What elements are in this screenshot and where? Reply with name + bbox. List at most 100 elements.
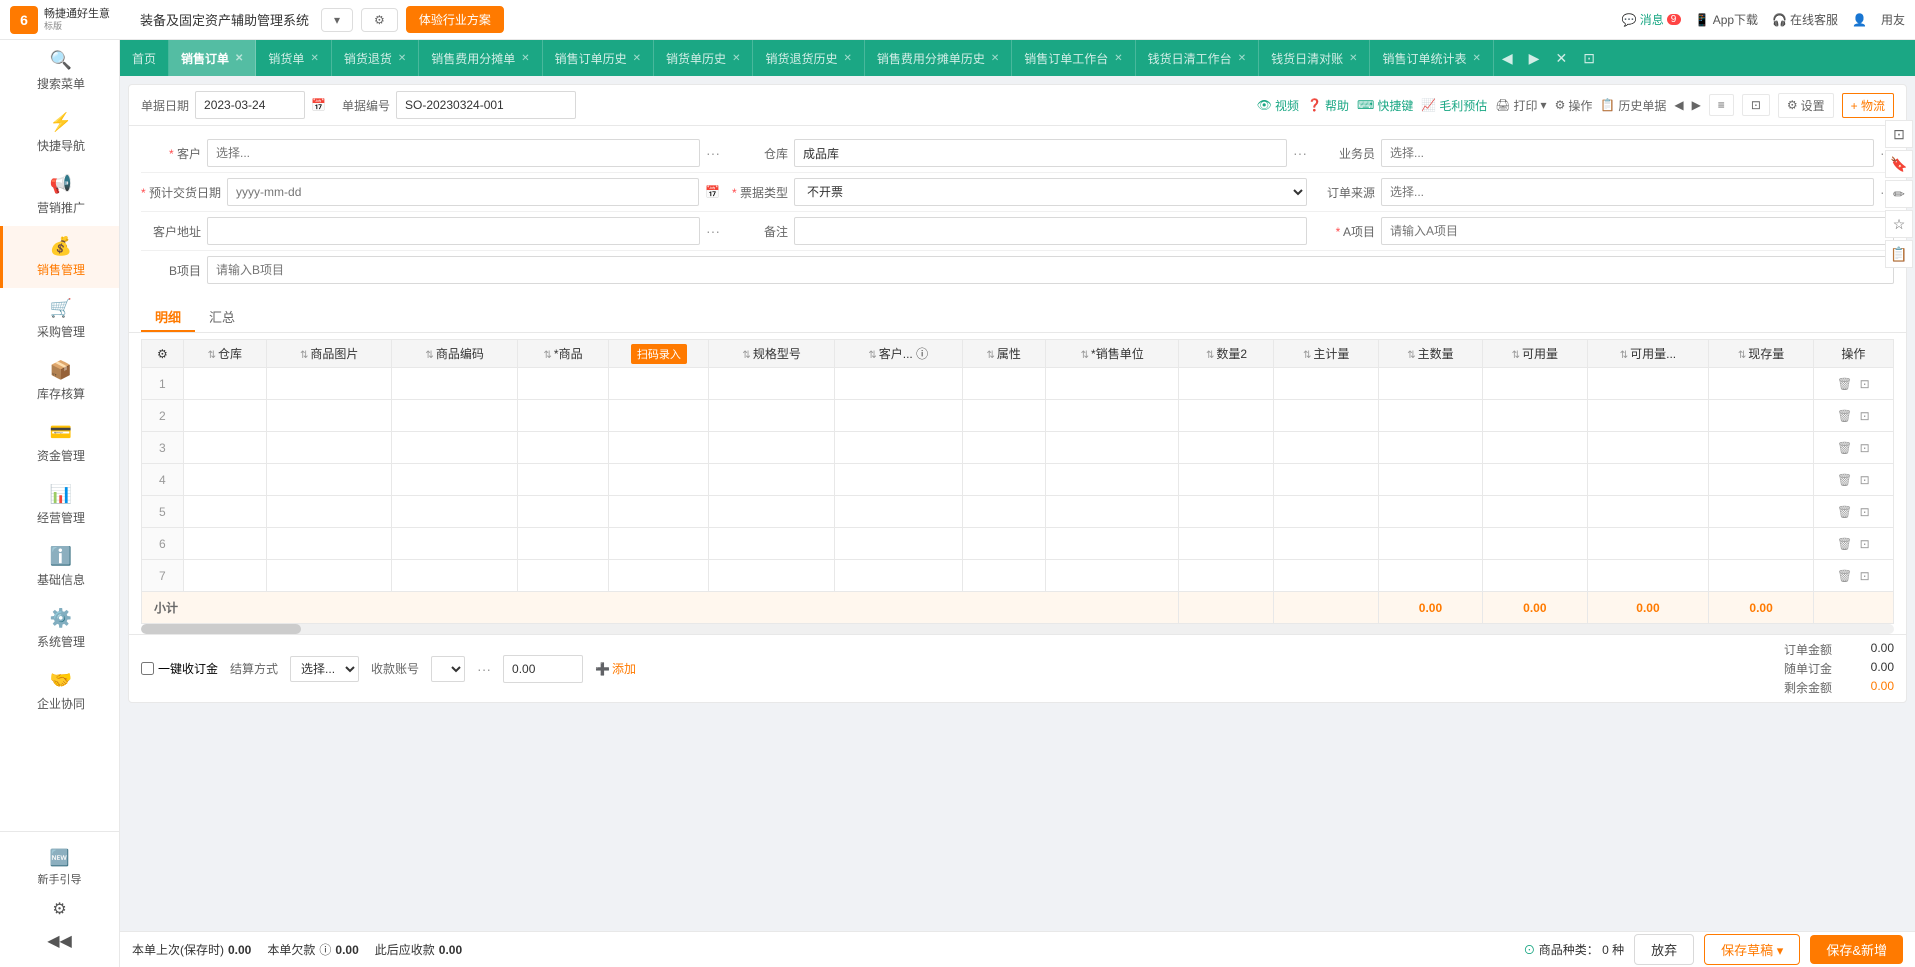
row-copy-3[interactable]: ⊡ xyxy=(1860,441,1870,455)
customer-input[interactable] xyxy=(207,139,700,167)
amount-input[interactable] xyxy=(503,655,583,683)
sidebar-item-search[interactable]: 🔍 搜索菜单 xyxy=(0,40,119,102)
industry-btn[interactable]: 体验行业方案 xyxy=(406,6,504,33)
cell-product-1[interactable] xyxy=(517,368,608,400)
sidebar-item-quick-nav[interactable]: ⚡ 快捷导航 xyxy=(0,102,119,164)
salesperson-input[interactable] xyxy=(1381,139,1874,167)
tab-expand-btn[interactable]: ⊡ xyxy=(1575,40,1603,76)
prev-record-btn[interactable]: ◀ xyxy=(1674,98,1683,112)
sidebar-item-settings-bottom[interactable]: ⚙ xyxy=(0,893,119,925)
col-spec[interactable]: ⇅规格型号 xyxy=(709,340,834,368)
row-delete-7[interactable]: 🗑 xyxy=(1837,569,1852,583)
sidebar-item-guide[interactable]: 🆕 新手引导 xyxy=(0,842,119,893)
col-code[interactable]: ⇅商品编码 xyxy=(392,340,517,368)
tab-return-history[interactable]: 销货退货历史 ✕ xyxy=(753,40,864,76)
tab-summary[interactable]: 汇总 xyxy=(195,303,249,332)
product-count-icon[interactable]: ⊙ xyxy=(1523,943,1535,957)
remark-input[interactable] xyxy=(794,217,1307,245)
sidebar-item-purchase[interactable]: 🛒 采购管理 xyxy=(0,288,119,350)
col-scan[interactable]: 扫码录入 xyxy=(609,340,709,368)
calendar-icon[interactable]: 📅 xyxy=(311,98,326,112)
row-delete-6[interactable]: 🗑 xyxy=(1837,537,1852,551)
col-unit[interactable]: ⇅*销售单位 xyxy=(1045,340,1179,368)
settings-gear-btn[interactable]: ⚙ xyxy=(361,8,398,32)
tab-order-workbench[interactable]: 销售订单工作台 ✕ xyxy=(1012,40,1135,76)
status-current-value[interactable]: ⓘ xyxy=(319,941,331,958)
discard-btn[interactable]: 放弃 xyxy=(1634,934,1694,965)
tab-prev-btn[interactable]: ◀ xyxy=(1494,40,1521,76)
auto-payment-checkbox[interactable]: 一键收订金 xyxy=(141,660,218,677)
tab-sales-order[interactable]: 销售订单 ✕ xyxy=(169,40,256,76)
tab-sales-invoice[interactable]: 销货单 ✕ xyxy=(256,40,331,76)
ops-btn[interactable]: ⚙ 操作 xyxy=(1555,97,1593,114)
row-copy-6[interactable]: ⊡ xyxy=(1860,537,1870,551)
col-qty2[interactable]: ⇅数量2 xyxy=(1179,340,1274,368)
cell-attr-1[interactable] xyxy=(962,368,1045,400)
order-source-input[interactable] xyxy=(1381,178,1874,206)
app-download-btn[interactable]: 📱 App下载 xyxy=(1695,11,1758,28)
address-input[interactable] xyxy=(207,217,700,245)
col-attr[interactable]: ⇅属性 xyxy=(962,340,1045,368)
form-layout-btn[interactable]: ≡ xyxy=(1709,94,1734,116)
sidebar-item-operations[interactable]: 📊 经营管理 xyxy=(0,474,119,536)
payment-method-select[interactable]: 选择... xyxy=(290,656,359,682)
tab-close-return-history[interactable]: ✕ xyxy=(843,53,851,64)
view-btn[interactable]: 👁 视频 xyxy=(1257,97,1299,114)
col-available[interactable]: ⇅可用量 xyxy=(1483,340,1587,368)
auto-payment-check[interactable] xyxy=(141,662,154,675)
cell-customer-code-1[interactable] xyxy=(834,368,962,400)
tab-sales-return[interactable]: 销货退货 ✕ xyxy=(332,40,419,76)
sidebar-item-enterprise[interactable]: 🤝 企业协同 xyxy=(0,660,119,722)
tab-daily-workbench[interactable]: 钱货日清工作台 ✕ xyxy=(1136,40,1259,76)
delivery-date-calendar-icon[interactable]: 📅 xyxy=(705,185,720,199)
table-scroll-thumb[interactable] xyxy=(141,624,301,634)
account-more-icon[interactable]: ··· xyxy=(477,661,491,677)
tab-home[interactable]: 首页 xyxy=(120,40,169,76)
sidebar-item-system[interactable]: ⚙️ 系统管理 xyxy=(0,598,119,660)
row-delete-3[interactable]: 🗑 xyxy=(1837,441,1852,455)
right-action-2[interactable]: 🔖 xyxy=(1885,150,1913,178)
row-copy-4[interactable]: ⊡ xyxy=(1860,473,1870,487)
tab-close-order-workbench[interactable]: ✕ xyxy=(1114,53,1122,64)
right-action-1[interactable]: ⊡ xyxy=(1885,120,1913,148)
b-project-input[interactable] xyxy=(207,256,1894,284)
settings-btn[interactable]: ⚙ 设置 xyxy=(1778,93,1834,118)
col-available2[interactable]: ⇅可用量... xyxy=(1587,340,1709,368)
cell-warehouse-1[interactable] xyxy=(183,368,266,400)
warehouse-more-icon[interactable]: ··· xyxy=(1293,145,1307,161)
col-settings[interactable]: ⚙ xyxy=(142,340,184,368)
sidebar-item-finance[interactable]: 💳 资金管理 xyxy=(0,412,119,474)
delivery-date-input[interactable] xyxy=(227,178,699,206)
account-select[interactable] xyxy=(431,656,465,682)
cell-unit-1[interactable] xyxy=(1045,368,1179,400)
dropdown-btn[interactable]: ▾ xyxy=(321,8,353,32)
cell-code-1[interactable] xyxy=(392,368,517,400)
history-btn[interactable]: 📋 历史单据 xyxy=(1600,97,1666,114)
tab-reconcile[interactable]: 钱货日清对账 ✕ xyxy=(1259,40,1370,76)
col-main-unit[interactable]: ⇅主计量 xyxy=(1274,340,1378,368)
online-service-btn[interactable]: 🎧 在线客服 xyxy=(1772,11,1838,28)
shortcut-btn[interactable]: ⌨ 快捷键 xyxy=(1357,97,1413,114)
date-input[interactable] xyxy=(195,91,305,119)
tab-expense-split[interactable]: 销售费用分摊单 ✕ xyxy=(419,40,542,76)
col-product[interactable]: ⇅*商品 xyxy=(517,340,608,368)
tab-close-sales-invoice[interactable]: ✕ xyxy=(310,53,318,64)
help-btn[interactable]: ❓ 帮助 xyxy=(1307,97,1349,114)
warehouse-input[interactable] xyxy=(794,139,1287,167)
col-image[interactable]: ⇅商品图片 xyxy=(267,340,392,368)
table-scroll-bar[interactable] xyxy=(141,624,1894,634)
form-expand-btn[interactable]: ⊡ xyxy=(1742,94,1770,116)
cell-main-qty-1[interactable] xyxy=(1378,368,1482,400)
row-copy-7[interactable]: ⊡ xyxy=(1860,569,1870,583)
row-delete-1[interactable]: 🗑 xyxy=(1837,377,1852,391)
row-delete-5[interactable]: 🗑 xyxy=(1837,505,1852,519)
row-delete-2[interactable]: 🗑 xyxy=(1837,409,1852,423)
tab-order-history[interactable]: 销售订单历史 ✕ xyxy=(543,40,654,76)
order-no-input[interactable] xyxy=(396,91,576,119)
address-more-icon[interactable]: ··· xyxy=(706,223,720,239)
tab-close-reconcile[interactable]: ✕ xyxy=(1349,53,1357,64)
user-name[interactable]: 用友 xyxy=(1881,11,1905,28)
customer-more-icon[interactable]: ··· xyxy=(706,145,720,161)
tab-close-all-btn[interactable]: ✕ xyxy=(1547,40,1575,76)
tab-close-invoice-history[interactable]: ✕ xyxy=(732,53,740,64)
